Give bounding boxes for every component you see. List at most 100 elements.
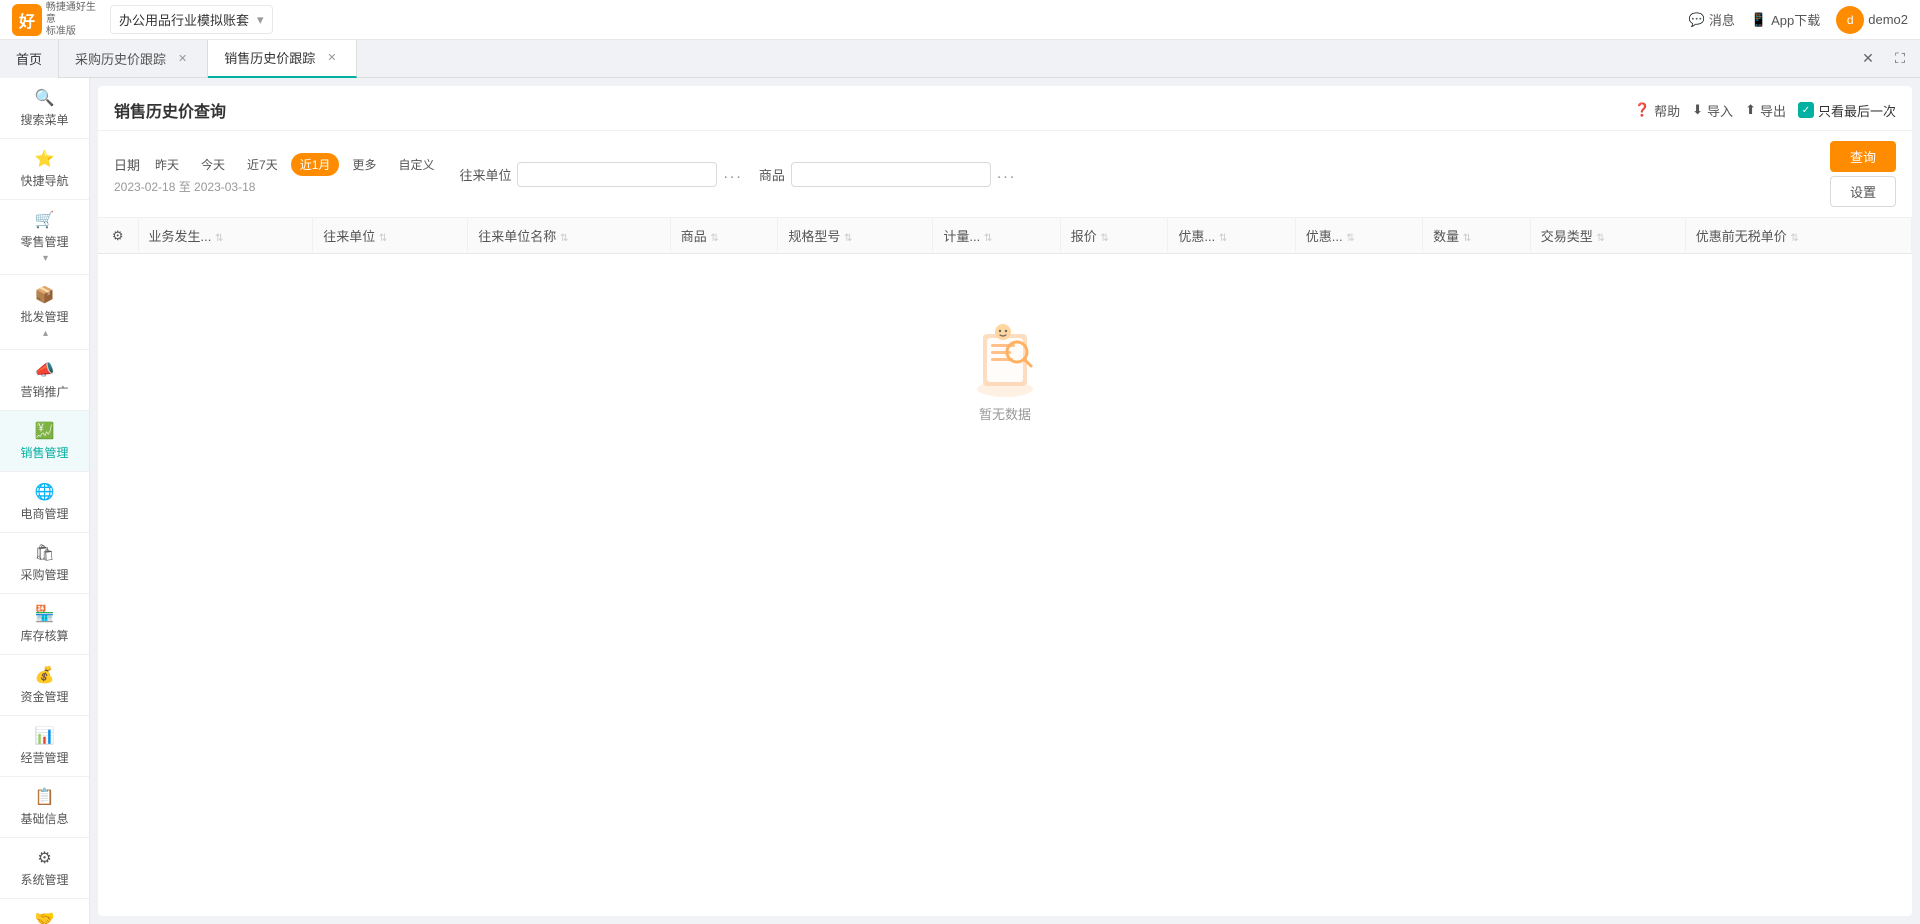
- goods-input[interactable]: [791, 162, 991, 187]
- user-profile[interactable]: d demo2: [1836, 6, 1908, 34]
- page-header-actions: ❓ 帮助 ⬇ 导入 ⬆ 导出 ✓ 只看最后一次: [1634, 101, 1896, 120]
- table-col-quantity[interactable]: 数量 ⇅: [1423, 218, 1531, 254]
- sidebar-item-operations[interactable]: 📊 经营管理: [0, 716, 89, 777]
- sidebar-item-inventory[interactable]: 🏪 库存核算: [0, 594, 89, 655]
- quick-nav-icon: ⭐: [35, 149, 55, 169]
- sidebar: 🔍 搜索菜单 ⭐ 快捷导航 🛒 零售管理 ▾ 📦 批发管理 ▴ 📣 营销推广 💹…: [0, 78, 90, 924]
- sidebar-item-ecommerce[interactable]: 🌐 电商管理: [0, 472, 89, 533]
- date-btn-today[interactable]: 今天: [192, 153, 234, 176]
- inventory-icon: 🏪: [35, 604, 55, 624]
- sidebar-item-search-menu[interactable]: 🔍 搜索菜单: [0, 78, 89, 139]
- sidebar-item-enterprise[interactable]: 🤝 企业协同: [0, 899, 89, 924]
- tab-purchase-label: 采购历史价跟踪: [75, 49, 166, 68]
- sidebar-item-system[interactable]: ⚙ 系统管理: [0, 838, 89, 899]
- table-col-biz-date[interactable]: 业务发生... ⇅: [138, 218, 313, 254]
- logo-area: 好 畅捷通好生意 标准版: [12, 2, 102, 38]
- sidebar-item-retail-mgmt[interactable]: 🛒 零售管理 ▾: [0, 200, 89, 275]
- date-btn-1month[interactable]: 近1月: [291, 153, 340, 176]
- table-col-counterpart-name[interactable]: 往来单位名称 ⇅: [468, 218, 670, 254]
- sales-icon: 💹: [35, 421, 55, 441]
- search-button[interactable]: 查询: [1830, 141, 1896, 172]
- message-button[interactable]: 💬 消息: [1689, 10, 1735, 29]
- tab-home-label: 首页: [16, 49, 42, 68]
- counterpart-input[interactable]: [517, 162, 717, 187]
- date-range-text: 2023-02-18 至 2023-03-18: [114, 178, 443, 195]
- tab-sales-close[interactable]: ✕: [323, 49, 340, 66]
- sidebar-item-finance[interactable]: 💰 资金管理: [0, 655, 89, 716]
- settings-button[interactable]: 设置: [1830, 176, 1896, 207]
- page-container: 销售历史价查询 ❓ 帮助 ⬇ 导入 ⬆ 导出 ✓: [98, 86, 1912, 916]
- date-label: 日期: [114, 155, 140, 174]
- sidebar-item-label: 资金管理: [20, 688, 68, 705]
- tab-home[interactable]: 首页: [0, 40, 59, 78]
- workspace-selector[interactable]: 办公用品行业模拟账套 ▾: [110, 5, 273, 34]
- sidebar-item-marketing[interactable]: 📣 营销推广: [0, 350, 89, 411]
- table-col-pre-discount-price[interactable]: 优惠前无税单价 ⇅: [1685, 218, 1911, 254]
- avatar: d: [1836, 6, 1864, 34]
- sort-arrows-icon: ⇅: [215, 233, 223, 244]
- app-download-button[interactable]: 📱 App下载: [1751, 10, 1820, 29]
- page-title: 销售历史价查询: [114, 98, 226, 122]
- counterpart-label: 往来单位: [459, 165, 511, 184]
- sidebar-item-label: 批发管理: [20, 308, 68, 325]
- table-col-counterpart[interactable]: 往来单位 ⇅: [313, 218, 468, 254]
- sidebar-item-label: 零售管理: [20, 233, 68, 250]
- sidebar-item-label: 基础信息: [20, 810, 68, 827]
- counterpart-dots[interactable]: ...: [723, 165, 742, 183]
- chevron-down-icon: ▾: [257, 12, 264, 28]
- only-last-check[interactable]: ✓ 只看最后一次: [1798, 101, 1896, 120]
- table-col-spec[interactable]: 规格型号 ⇅: [778, 218, 933, 254]
- export-button[interactable]: ⬆ 导出: [1745, 101, 1786, 120]
- tab-sales-history[interactable]: 销售历史价跟踪 ✕: [208, 40, 357, 78]
- table-col-unit[interactable]: 计量... ⇅: [933, 218, 1060, 254]
- table-col-quote[interactable]: 报价 ⇅: [1060, 218, 1168, 254]
- date-btn-7days[interactable]: 近7天: [238, 153, 287, 176]
- top-header: 好 畅捷通好生意 标准版 办公用品行业模拟账套 ▾ 💬 消息 📱 App下载 d…: [0, 0, 1920, 40]
- import-button[interactable]: ⬇ 导入: [1692, 101, 1733, 120]
- sidebar-item-wholesale-mgmt[interactable]: 📦 批发管理 ▴: [0, 275, 89, 350]
- sidebar-item-purchase-mgmt[interactable]: 🛍 采购管理: [0, 533, 89, 594]
- expand-icon: ▾: [43, 253, 48, 264]
- help-button[interactable]: ❓ 帮助: [1634, 101, 1680, 120]
- goods-dots[interactable]: ...: [997, 165, 1016, 183]
- date-btn-more[interactable]: 更多: [343, 153, 385, 176]
- sidebar-item-quick-nav[interactable]: ⭐ 快捷导航: [0, 139, 89, 200]
- date-btn-custom[interactable]: 自定义: [389, 153, 443, 176]
- table-col-discount1[interactable]: 优惠... ⇅: [1168, 218, 1295, 254]
- download-icon: 📱: [1751, 12, 1767, 28]
- table-col-trade-type[interactable]: 交易类型 ⇅: [1530, 218, 1685, 254]
- tab-sales-label: 销售历史价跟踪: [224, 48, 315, 67]
- tab-bar: 首页 采购历史价跟踪 ✕ 销售历史价跟踪 ✕ ✕ ⛶: [0, 40, 1920, 78]
- marketing-icon: 📣: [35, 360, 55, 380]
- table-col-goods[interactable]: 商品 ⇅: [670, 218, 778, 254]
- filter-bar: 日期 昨天 今天 近7天 近1月 更多 自定义 2023-02-18 至 202…: [98, 131, 1912, 218]
- tab-purchase-history[interactable]: 采购历史价跟踪 ✕: [59, 40, 208, 78]
- table-col-settings[interactable]: ⚙: [98, 218, 138, 254]
- sidebar-item-sales-mgmt[interactable]: 💹 销售管理: [0, 411, 89, 472]
- sidebar-item-label: 搜索菜单: [20, 111, 68, 128]
- operations-icon: 📊: [35, 726, 55, 746]
- sort-arrows-icon: ⇅: [1100, 233, 1108, 244]
- sort-arrows-icon: ⇅: [1219, 233, 1227, 244]
- sort-arrows-icon: ⇅: [844, 233, 852, 244]
- date-btn-yesterday[interactable]: 昨天: [146, 153, 188, 176]
- logo-text: 畅捷通好生意 标准版: [46, 2, 102, 38]
- tab-maximize-button[interactable]: ⛶: [1888, 47, 1912, 71]
- sort-arrows-icon: ⇅: [984, 233, 992, 244]
- counterpart-filter-group: 往来单位 ...: [459, 162, 742, 187]
- header-right: 💬 消息 📱 App下载 d demo2: [1689, 6, 1908, 34]
- page-header: 销售历史价查询 ❓ 帮助 ⬇ 导入 ⬆ 导出 ✓: [98, 86, 1912, 131]
- sidebar-item-label: 销售管理: [20, 444, 68, 461]
- empty-illustration: [955, 314, 1055, 404]
- tab-purchase-close[interactable]: ✕: [174, 50, 191, 67]
- expand-icon: ▴: [43, 328, 48, 339]
- sidebar-item-basic-info[interactable]: 📋 基础信息: [0, 777, 89, 838]
- table-container: ⚙ 业务发生... ⇅ 往来单位 ⇅ 往来单位名称: [98, 218, 1912, 916]
- sort-arrows-icon: ⇅: [379, 233, 387, 244]
- tab-close-all-button[interactable]: ✕: [1856, 47, 1880, 71]
- retail-icon: 🛒: [35, 210, 55, 230]
- data-table: ⚙ 业务发生... ⇅ 往来单位 ⇅ 往来单位名称: [98, 218, 1912, 254]
- table-col-discount2[interactable]: 优惠... ⇅: [1295, 218, 1422, 254]
- filter-search-group: 查询 设置: [1830, 141, 1896, 207]
- empty-state: 暂无数据: [98, 254, 1912, 483]
